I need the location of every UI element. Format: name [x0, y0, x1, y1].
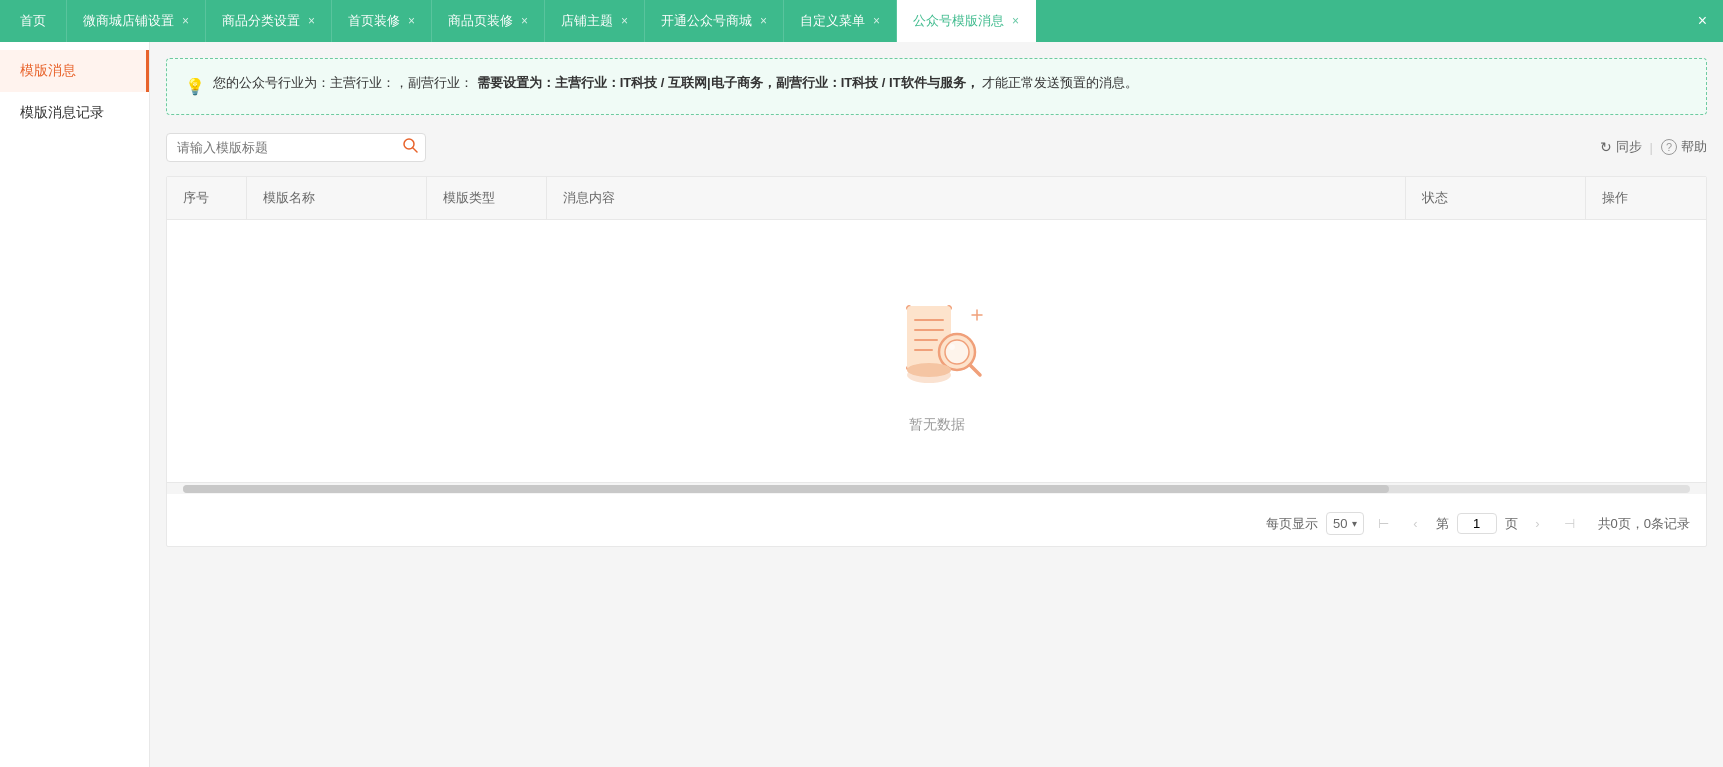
notice-icon: 💡 — [185, 74, 205, 100]
scrollbar-track — [183, 485, 1690, 493]
sidebar-item-template-msg-record[interactable]: 模版消息记录 — [0, 92, 149, 134]
sidebar: 模版消息 模版消息记录 — [0, 42, 150, 767]
divider: | — [1650, 140, 1653, 155]
close-icon-open-mall[interactable]: × — [760, 14, 767, 28]
nav-tab-product-decor[interactable]: 商品页装修 × — [432, 0, 545, 42]
page-size-label: 每页显示 — [1266, 515, 1318, 533]
notice-suffix: 才能正常发送预置的消息。 — [982, 75, 1138, 90]
notice-highlight: 需要设置为：主营行业：IT科技 / 互联网|电子商务，副营行业：IT科技 / I… — [477, 75, 979, 90]
nav-tab-custom-menu[interactable]: 自定义菜单 × — [784, 0, 897, 42]
close-icon-home-decor[interactable]: × — [408, 14, 415, 28]
help-icon: ? — [1661, 139, 1677, 155]
total-text: 共0页，0条记录 — [1598, 515, 1690, 533]
page-number-input[interactable] — [1457, 513, 1497, 534]
search-input[interactable] — [166, 133, 426, 162]
top-nav: 首页 微商城店铺设置 × 商品分类设置 × 首页装修 × 商品页装修 × 店铺主… — [0, 0, 1723, 42]
notice-content: 您的公众号行业为：主营行业：，副营行业： 需要设置为：主营行业：IT科技 / 互… — [213, 73, 1138, 94]
empty-text: 暂无数据 — [909, 416, 965, 434]
svg-point-9 — [945, 340, 969, 364]
sidebar-item-template-msg-record-label: 模版消息记录 — [20, 104, 104, 120]
svg-point-12 — [907, 363, 951, 377]
page-size-value: 50 — [1333, 516, 1347, 531]
next-page-button[interactable]: › — [1526, 512, 1550, 536]
nav-tab-shop-theme[interactable]: 店铺主题 × — [545, 0, 645, 42]
sync-button[interactable]: ↻ 同步 — [1600, 138, 1642, 156]
sync-icon: ↻ — [1600, 139, 1612, 155]
close-icon-shop-theme[interactable]: × — [621, 14, 628, 28]
help-button[interactable]: ? 帮助 — [1661, 138, 1707, 156]
nav-tab-shop-settings[interactable]: 微商城店铺设置 × — [67, 0, 206, 42]
scrollbar-thumb[interactable] — [183, 485, 1389, 493]
svg-line-10 — [970, 365, 980, 375]
nav-tab-template-msg-label: 公众号模版消息 — [913, 12, 1004, 30]
empty-state: 暂无数据 — [167, 220, 1706, 474]
nav-tab-home-decor[interactable]: 首页装修 × — [332, 0, 432, 42]
first-page-button[interactable]: ⊢ — [1372, 512, 1396, 536]
th-type: 模版类型 — [427, 177, 547, 219]
nav-tab-custom-menu-label: 自定义菜单 — [800, 12, 865, 30]
nav-tab-shop-theme-label: 店铺主题 — [561, 12, 613, 30]
page-label: 第 — [1436, 515, 1449, 533]
page-unit: 页 — [1505, 515, 1518, 533]
sidebar-item-template-msg[interactable]: 模版消息 — [0, 50, 149, 92]
help-label: 帮助 — [1681, 138, 1707, 156]
sync-label: 同步 — [1616, 138, 1642, 156]
main-content: 💡 您的公众号行业为：主营行业：，副营行业： 需要设置为：主营行业：IT科技 /… — [150, 42, 1723, 767]
th-action: 操作 — [1586, 177, 1706, 219]
search-input-wrapper — [166, 133, 426, 162]
th-name: 模版名称 — [247, 177, 427, 219]
close-all-button[interactable]: × — [1682, 12, 1723, 30]
nav-tab-shop-settings-label: 微商城店铺设置 — [83, 12, 174, 30]
nav-tab-home-decor-label: 首页装修 — [348, 12, 400, 30]
empty-illustration — [877, 280, 997, 400]
sidebar-item-template-msg-label: 模版消息 — [20, 62, 76, 78]
page-size-chevron-icon: ▾ — [1352, 518, 1357, 529]
layout: 模版消息 模版消息记录 💡 您的公众号行业为：主营行业：，副营行业： 需要设置为… — [0, 42, 1723, 767]
notice-prefix: 您的公众号行业为：主营行业：，副营行业： — [213, 75, 473, 90]
close-icon-shop-settings[interactable]: × — [182, 14, 189, 28]
nav-tab-category-settings[interactable]: 商品分类设置 × — [206, 0, 332, 42]
nav-tab-open-mall-label: 开通公众号商城 — [661, 12, 752, 30]
close-icon-category-settings[interactable]: × — [308, 14, 315, 28]
scrollbar-row — [167, 482, 1706, 494]
pagination: 每页显示 50 ▾ ⊢ ‹ 第 页 › ⊣ 共0页，0条记录 — [167, 502, 1706, 546]
svg-line-1 — [413, 148, 417, 152]
nav-tab-open-mall[interactable]: 开通公众号商城 × — [645, 0, 784, 42]
close-icon-template-msg[interactable]: × — [1012, 14, 1019, 28]
search-bar: ↻ 同步 | ? 帮助 — [166, 133, 1707, 162]
prev-page-button[interactable]: ‹ — [1404, 512, 1428, 536]
table-wrapper: 序号 模版名称 模版类型 消息内容 状态 操作 — [166, 176, 1707, 547]
th-index: 序号 — [167, 177, 247, 219]
th-content: 消息内容 — [547, 177, 1406, 219]
nav-tab-template-msg[interactable]: 公众号模版消息 × — [897, 0, 1036, 42]
notice-box: 💡 您的公众号行业为：主营行业：，副营行业： 需要设置为：主营行业：IT科技 /… — [166, 58, 1707, 115]
search-actions: ↻ 同步 | ? 帮助 — [1600, 138, 1707, 156]
close-icon-custom-menu[interactable]: × — [873, 14, 880, 28]
last-page-button[interactable]: ⊣ — [1558, 512, 1582, 536]
nav-tab-category-settings-label: 商品分类设置 — [222, 12, 300, 30]
search-icon[interactable] — [403, 138, 418, 156]
close-icon-product-decor[interactable]: × — [521, 14, 528, 28]
page-size-select[interactable]: 50 ▾ — [1326, 512, 1363, 535]
table-header: 序号 模版名称 模版类型 消息内容 状态 操作 — [167, 177, 1706, 220]
nav-tab-home[interactable]: 首页 — [0, 0, 67, 42]
svg-point-11 — [949, 344, 955, 350]
nav-tab-home-label: 首页 — [20, 12, 46, 30]
th-status: 状态 — [1406, 177, 1586, 219]
nav-tab-product-decor-label: 商品页装修 — [448, 12, 513, 30]
